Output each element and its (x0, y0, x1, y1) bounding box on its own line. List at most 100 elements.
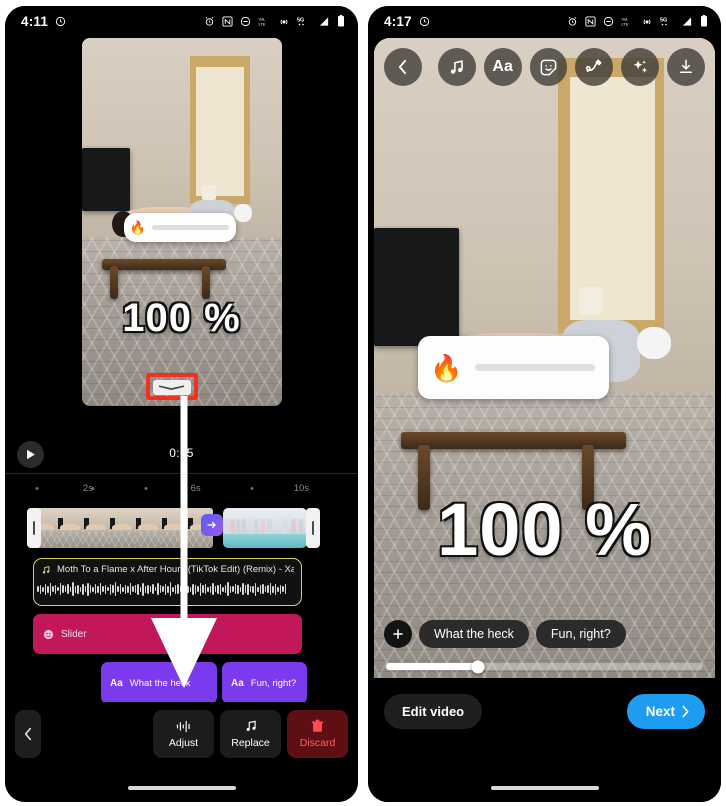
timeline-ruler: 2s 6s 10s (5, 476, 358, 502)
svg-text:VoL: VoL (622, 16, 630, 21)
status-left: 4:11 (21, 14, 66, 29)
ruler-label-6s: 6s (190, 483, 201, 494)
caption-row: What the heck Fun, right? (384, 620, 705, 648)
effects-button[interactable] (621, 48, 660, 86)
caption-pill-2[interactable]: Fun, right? (535, 620, 626, 648)
video-clip-1[interactable] (31, 508, 213, 548)
right-status-bar: 4:17 VoL LTE 5G (368, 6, 721, 36)
music-note-icon (244, 719, 258, 733)
text-clip-label-1: What the heck (129, 677, 191, 689)
transition-icon[interactable] (201, 514, 223, 536)
sticker-track-clip[interactable]: Slider (33, 614, 302, 654)
back-button[interactable] (15, 710, 41, 758)
trash-icon (311, 719, 324, 733)
5g-icon: 5G (297, 16, 311, 27)
replace-button[interactable]: Replace (220, 710, 281, 758)
trim-handle-right[interactable] (306, 508, 320, 548)
clock-recent-icon (419, 16, 430, 27)
home-indicator (490, 786, 599, 790)
add-caption-button[interactable] (384, 620, 412, 648)
audio-clip-title: Moth To a Flame x After Hours (TikTok Ed… (57, 564, 294, 575)
svg-text:5G: 5G (297, 17, 304, 23)
left-preview-area: 🔥 100 % (5, 36, 358, 436)
alarm-icon (204, 16, 215, 27)
right-bottom-bar: Edit video Next (368, 678, 721, 802)
volte-icon: VoL LTE (258, 16, 271, 27)
signal-icon (681, 16, 693, 27)
editing-tools: Adjust Replace Discard (153, 710, 348, 758)
ruler-label-10s: 10s (293, 483, 310, 494)
adjust-button[interactable]: Adjust (153, 710, 214, 758)
alarm-icon (567, 16, 578, 27)
percent-overlay-text[interactable]: 100 % (437, 487, 652, 572)
editor-toolbar: Aa (374, 48, 715, 86)
svg-text:LTE: LTE (259, 21, 266, 26)
next-button[interactable]: Next (626, 694, 705, 729)
back-button[interactable] (384, 48, 422, 86)
text-clip-icon-1: Aa (110, 677, 123, 689)
hotspot-icon (278, 16, 290, 27)
slider-sticker[interactable]: 🔥 (418, 336, 610, 399)
edit-video-button[interactable]: Edit video (384, 694, 483, 729)
status-right: VoL LTE 5G (567, 15, 708, 27)
slider-handle[interactable] (152, 380, 191, 395)
next-label: Next (645, 704, 675, 719)
slider-track[interactable] (151, 225, 229, 231)
nfc-icon (585, 15, 596, 27)
caption-pill-1[interactable]: What the heck (419, 620, 529, 648)
home-indicator (127, 786, 236, 790)
playback-scrubber[interactable] (386, 660, 703, 673)
slider-sticker[interactable]: 🔥 (123, 212, 236, 243)
sticker-clip-label: Slider (61, 628, 87, 640)
waveform-icon (176, 720, 192, 733)
text-track[interactable]: Aa What the heck Aa Fun, right? (5, 662, 358, 704)
text-clip-2[interactable]: Aa Fun, right? (222, 662, 307, 704)
text-tool-label: Aa (492, 58, 513, 75)
download-button[interactable] (667, 48, 706, 86)
dnd-icon (603, 16, 614, 27)
right-phone-screenshot: 4:17 VoL LTE 5G Aa 🔥 100 % What the heck… (363, 0, 726, 806)
replace-label: Replace (231, 737, 270, 749)
music-button[interactable] (437, 48, 476, 86)
audio-waveform (37, 579, 298, 599)
text-clip-icon-2: Aa (231, 677, 244, 689)
text-clip-1[interactable]: Aa What the heck (101, 662, 217, 704)
scrubber-fill (386, 663, 478, 670)
discard-button[interactable]: Discard (287, 710, 348, 758)
left-screen: 4:11 VoL LTE 5G 🔥 100 % 0:05 2s 6s 10s M… (5, 6, 358, 802)
volte-icon: VoL LTE (621, 16, 634, 27)
left-bottom-toolbar: Adjust Replace Discard (5, 702, 358, 802)
sticker-button[interactable] (529, 48, 568, 86)
hotspot-icon (641, 16, 653, 27)
status-right: VoL LTE 5G (204, 15, 345, 27)
draw-button[interactable] (575, 48, 614, 86)
dnd-icon (240, 16, 251, 27)
video-preview[interactable]: 🔥 100 % (81, 38, 282, 406)
current-time-label: 0:05 (169, 446, 194, 460)
slider-track[interactable] (474, 364, 596, 372)
audio-track-clip[interactable]: Moth To a Flame x After Hours (TikTok Ed… (33, 558, 302, 606)
transport-bar: 0:05 (5, 436, 358, 474)
video-clip-2[interactable] (223, 508, 307, 548)
scrubber-knob[interactable] (471, 660, 485, 673)
fire-emoji: 🔥 (129, 220, 146, 236)
timeline[interactable]: 2s 6s 10s Moth To a Flame x After Hours … (5, 474, 358, 734)
signal-icon (318, 16, 330, 27)
svg-text:5G: 5G (660, 17, 667, 23)
svg-text:VoL: VoL (259, 16, 267, 21)
battery-icon (700, 15, 708, 27)
video-editor-preview[interactable]: Aa 🔥 100 % What the heck Fun, right? (374, 38, 715, 694)
svg-text:LTE: LTE (622, 21, 629, 26)
status-left: 4:17 (384, 14, 430, 29)
text-button[interactable]: Aa (483, 48, 522, 86)
percent-overlay-text[interactable]: 100 % (122, 296, 240, 341)
video-track[interactable] (5, 506, 358, 550)
fire-emoji: 🔥 (430, 352, 463, 383)
clock-recent-icon (55, 16, 66, 27)
nfc-icon (222, 15, 233, 27)
5g-icon: 5G (660, 16, 674, 27)
chevron-right-icon (681, 705, 690, 718)
text-clip-label-2: Fun, right? (250, 677, 297, 689)
trim-handle-left[interactable] (27, 508, 41, 548)
audio-clip-header: Moth To a Flame x After Hours (TikTok Ed… (34, 559, 301, 575)
